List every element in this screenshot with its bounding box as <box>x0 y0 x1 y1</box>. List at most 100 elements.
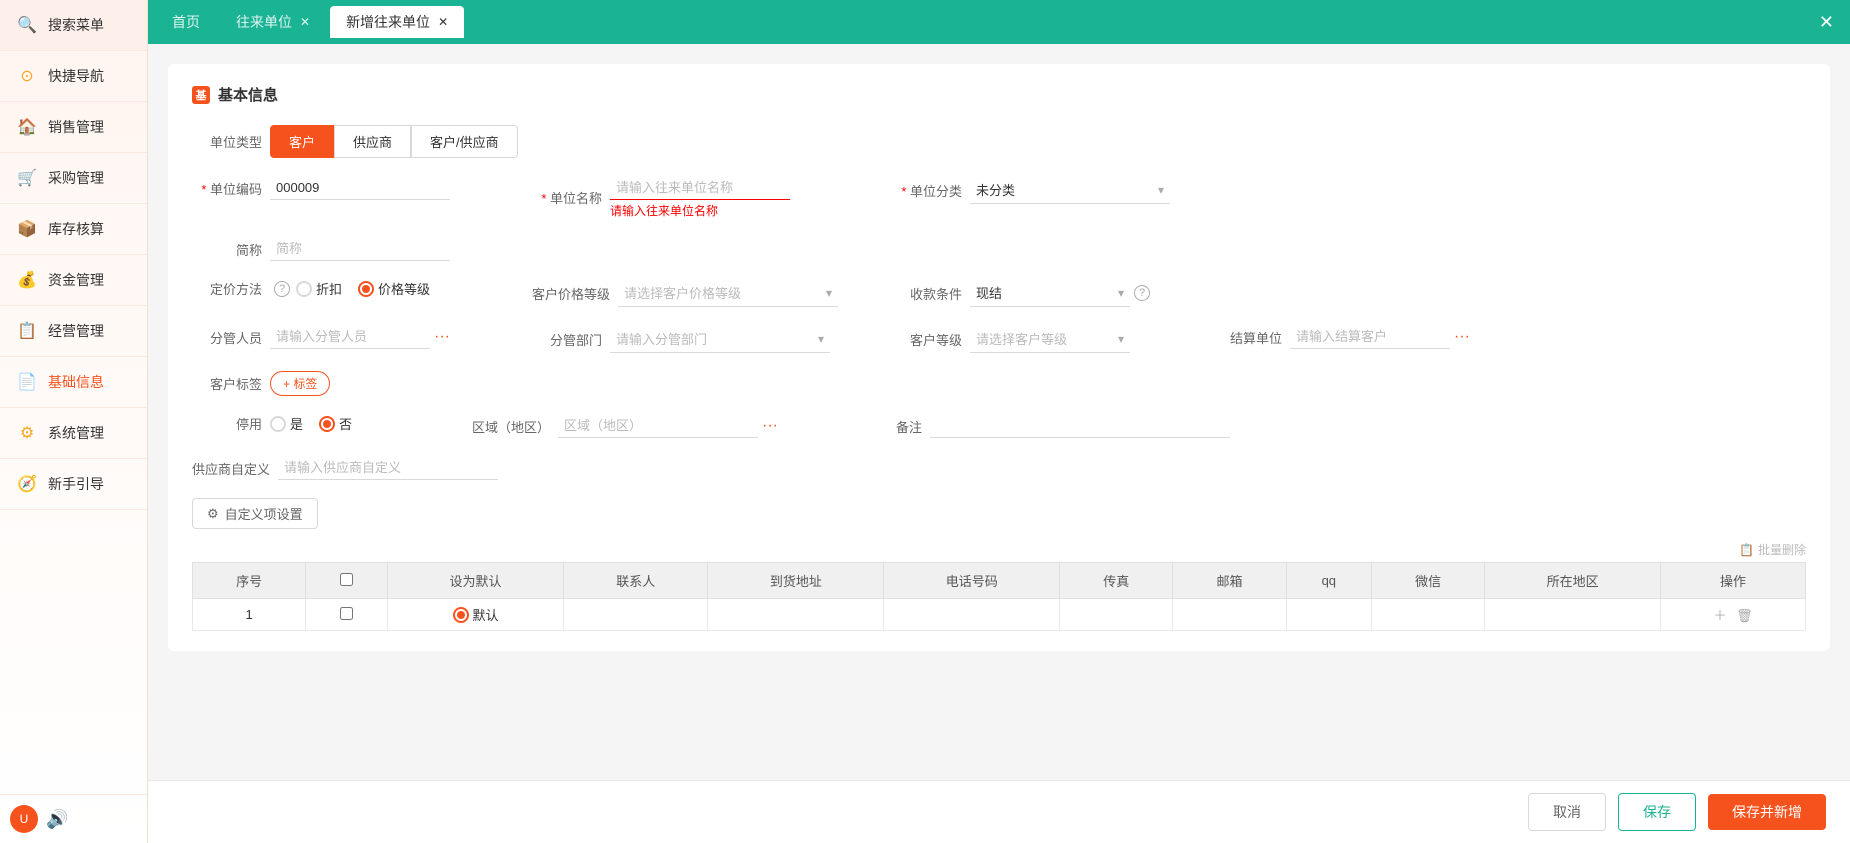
quick-nav-icon: ⊙ <box>16 65 38 87</box>
disabled-radio-no[interactable]: 否 <box>319 414 352 433</box>
manager-field: 分管人员 ··· <box>192 325 492 349</box>
manager-ellipsis[interactable]: ··· <box>430 328 454 346</box>
tab-partner[interactable]: 往来单位 ✕ <box>220 6 326 38</box>
discount-label: 折扣 <box>316 279 342 298</box>
region-ellipsis[interactable]: ··· <box>758 417 782 435</box>
tab-new-partner[interactable]: 新增往来单位 ✕ <box>330 6 464 38</box>
sidebar-item-base-info[interactable]: 📄 基础信息 <box>0 357 147 408</box>
add-row-icon[interactable]: ＋ <box>1713 608 1726 623</box>
manager-input[interactable] <box>270 325 430 349</box>
disabled-radio-group: 是 否 <box>270 414 352 433</box>
unit-type-row: 单位类型 客户 供应商 客户/供应商 <box>192 125 1806 158</box>
default-circle <box>453 607 469 623</box>
inventory-icon: 📦 <box>16 218 38 240</box>
sidebar-item-operations[interactable]: 📋 经营管理 <box>0 306 147 357</box>
level-radio-dot <box>362 285 370 293</box>
manager-label: 分管人员 <box>192 328 262 347</box>
default-radio[interactable]: 默认 <box>398 605 553 624</box>
short-name-input[interactable] <box>270 237 450 261</box>
save-add-button[interactable]: 保存并新增 <box>1708 794 1826 830</box>
customer-level-field: 客户等级 请选择客户等级 ▾ <box>892 325 1172 353</box>
unit-type-group: 客户 供应商 客户/供应商 <box>270 125 518 158</box>
settlement-ellipsis[interactable]: ··· <box>1450 328 1474 346</box>
remarks-field: 备注 <box>852 414 1806 438</box>
customer-level-select[interactable]: 请选择客户等级 ▾ <box>970 325 1130 353</box>
supplier-custom-input[interactable] <box>278 456 498 480</box>
cell-seq: 1 <box>193 599 306 631</box>
unit-code-label: 单位编码 <box>192 179 262 198</box>
sidebar-item-purchase[interactable]: 🛒 采购管理 <box>0 153 147 204</box>
sidebar-item-inventory[interactable]: 📦 库存核算 <box>0 204 147 255</box>
disabled-radio-yes[interactable]: 是 <box>270 414 303 433</box>
unit-code-input[interactable] <box>270 176 450 200</box>
sidebar-item-finance[interactable]: 💰 资金管理 <box>0 255 147 306</box>
delete-row-icon[interactable]: 🗑 <box>1736 608 1753 623</box>
sales-icon: 🏠 <box>16 116 38 138</box>
sidebar-item-system[interactable]: ⚙ 系统管理 <box>0 408 147 459</box>
pricing-row: 定价方法 ? 折扣 价格等级 <box>192 279 1806 307</box>
unit-category-select[interactable]: 未分类 ▾ <box>970 176 1170 204</box>
remarks-input[interactable] <box>930 414 1230 438</box>
sidebar-item-search[interactable]: 🔍 搜索菜单 <box>0 0 147 51</box>
cell-default: 默认 <box>388 599 564 631</box>
audio-icon: 🔊 <box>46 809 68 830</box>
col-default: 设为默认 <box>388 563 564 599</box>
sidebar-label-quick-nav: 快捷导航 <box>48 66 104 86</box>
col-checkbox <box>306 563 388 599</box>
custom-settings-label: 自定义项设置 <box>225 504 303 523</box>
region-label: 区域（地区） <box>472 417 550 436</box>
pricing-radio-group: 折扣 价格等级 <box>296 279 430 298</box>
settlement-input[interactable] <box>1290 325 1450 349</box>
tab-partner-close[interactable]: ✕ <box>300 15 310 29</box>
unit-btn-customer[interactable]: 客户 <box>270 125 334 158</box>
sidebar-label-base-info: 基础信息 <box>48 372 104 392</box>
remarks-label: 备注 <box>852 417 922 436</box>
custom-settings-button[interactable]: ⚙ 自定义项设置 <box>192 498 318 529</box>
tab-new-partner-close[interactable]: ✕ <box>438 15 448 29</box>
row-checkbox[interactable] <box>340 607 353 620</box>
supplier-custom-label: 供应商自定义 <box>192 459 270 478</box>
no-label: 否 <box>339 414 352 433</box>
region-input[interactable] <box>558 414 758 438</box>
sidebar-item-newbie[interactable]: 🧭 新手引导 <box>0 459 147 510</box>
department-select[interactable]: 请输入分管部门 ▾ <box>610 325 830 353</box>
save-button[interactable]: 保存 <box>1618 793 1696 831</box>
unit-btn-both[interactable]: 客户/供应商 <box>411 125 518 158</box>
unit-btn-supplier[interactable]: 供应商 <box>334 125 411 158</box>
customer-price-level-select[interactable]: 请选择客户价格等级 ▾ <box>618 279 838 307</box>
sidebar-item-quick-nav[interactable]: ⊙ 快捷导航 <box>0 51 147 102</box>
operations-icon: 📋 <box>16 320 38 342</box>
sidebar-label-finance: 资金管理 <box>48 270 104 290</box>
manager-row: 分管人员 ··· 分管部门 请输入分管部门 ▾ 客户等级 请选择客户等级 <box>192 325 1806 353</box>
pricing-method-field: 定价方法 ? 折扣 价格等级 <box>192 279 492 298</box>
main-area: 首页 往来单位 ✕ 新增往来单位 ✕ ✕ 基 基本信息 单位类型 客户 <box>148 0 1850 843</box>
add-tag-button[interactable]: + 标签 <box>270 371 330 396</box>
col-address: 到货地址 <box>708 563 884 599</box>
col-email: 邮箱 <box>1173 563 1286 599</box>
pricing-help-icon[interactable]: ? <box>274 281 290 297</box>
payment-terms-select[interactable]: 现结 ▾ <box>970 279 1130 307</box>
cell-qq <box>1286 599 1371 631</box>
col-wechat: 微信 <box>1372 563 1485 599</box>
bulk-delete-label[interactable]: 批量删除 <box>1758 541 1806 558</box>
unit-category-value: 未分类 <box>976 180 1015 199</box>
payment-terms-help-icon[interactable]: ? <box>1134 285 1150 301</box>
tab-home[interactable]: 首页 <box>156 6 216 38</box>
newbie-icon: 🧭 <box>16 473 38 495</box>
cancel-button[interactable]: 取消 <box>1528 793 1606 831</box>
finance-icon: 💰 <box>16 269 38 291</box>
select-all-checkbox[interactable] <box>340 573 353 586</box>
footer-bar: 取消 保存 保存并新增 <box>148 780 1850 843</box>
tab-bar-close-all[interactable]: ✕ <box>1811 8 1842 37</box>
pricing-radio-level[interactable]: 价格等级 <box>358 279 430 298</box>
pricing-radio-discount[interactable]: 折扣 <box>296 279 342 298</box>
discount-radio-circle <box>296 281 312 297</box>
section-title: 基 基本信息 <box>192 84 1806 105</box>
department-arrow: ▾ <box>818 332 824 346</box>
cell-wechat <box>1372 599 1485 631</box>
sidebar-item-sales[interactable]: 🏠 销售管理 <box>0 102 147 153</box>
customer-price-level-placeholder: 请选择客户价格等级 <box>624 283 741 302</box>
customer-level-label: 客户等级 <box>892 330 962 349</box>
unit-type-label: 单位类型 <box>192 132 262 151</box>
unit-name-input[interactable] <box>610 176 790 200</box>
